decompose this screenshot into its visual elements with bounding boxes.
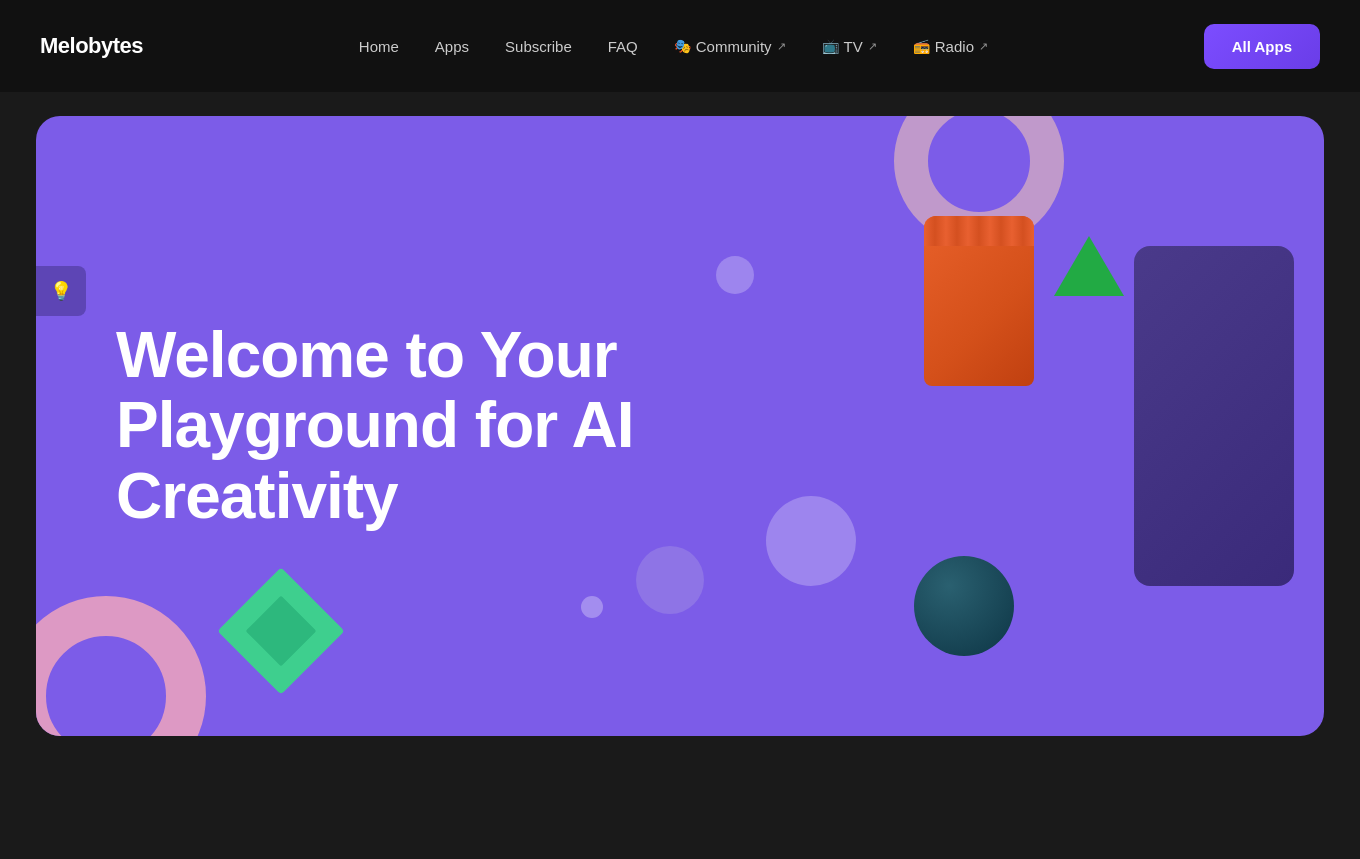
decorative-torus-pink	[36, 596, 206, 736]
nav-item-tv[interactable]: 📺 TV ↗	[822, 38, 877, 55]
nav-item-apps[interactable]: Apps	[435, 38, 469, 55]
tv-icon: 📺	[822, 38, 839, 54]
brand-logo[interactable]: Melobytes	[40, 33, 143, 59]
nav-item-home[interactable]: Home	[359, 38, 399, 55]
decorative-ellipse	[636, 546, 704, 614]
radio-icon: 📻	[913, 38, 930, 54]
decorative-circle-3	[581, 596, 603, 618]
external-link-icon-radio: ↗	[979, 40, 988, 53]
decorative-triangle-green	[1054, 236, 1124, 296]
decorative-circle-1	[716, 256, 754, 294]
lightbulb-icon: 💡	[50, 280, 72, 302]
decorative-ball-teal	[914, 556, 1014, 656]
decorative-circle-2	[766, 496, 856, 586]
navbar: Melobytes Home Apps Subscribe FAQ 🎭 Comm…	[0, 0, 1360, 92]
lightbulb-toggle-button[interactable]: 💡	[36, 266, 86, 316]
nav-item-faq[interactable]: FAQ	[608, 38, 638, 55]
nav-item-radio[interactable]: 📻 Radio ↗	[913, 38, 988, 55]
decorative-lego-purple	[1134, 246, 1294, 586]
nav-item-community[interactable]: 🎭 Community ↗	[674, 38, 786, 55]
hero-title: Welcome to Your Playground for AI Creati…	[116, 320, 634, 531]
bottom-area	[0, 760, 1360, 820]
all-apps-button[interactable]: All Apps	[1204, 24, 1320, 69]
hero-wrapper: 💡 Welcome to Your Playground for AI Crea…	[0, 92, 1360, 760]
community-icon: 🎭	[674, 38, 691, 54]
decorative-diamond-green	[217, 567, 344, 694]
hero-text-block: Welcome to Your Playground for AI Creati…	[116, 320, 634, 531]
external-link-icon: ↗	[777, 40, 786, 53]
hero-section: 💡 Welcome to Your Playground for AI Crea…	[36, 116, 1324, 736]
external-link-icon-tv: ↗	[868, 40, 877, 53]
nav-links: Home Apps Subscribe FAQ 🎭 Community ↗ 📺 …	[359, 38, 988, 55]
decorative-cylinder-orange	[924, 216, 1034, 386]
nav-item-subscribe[interactable]: Subscribe	[505, 38, 572, 55]
